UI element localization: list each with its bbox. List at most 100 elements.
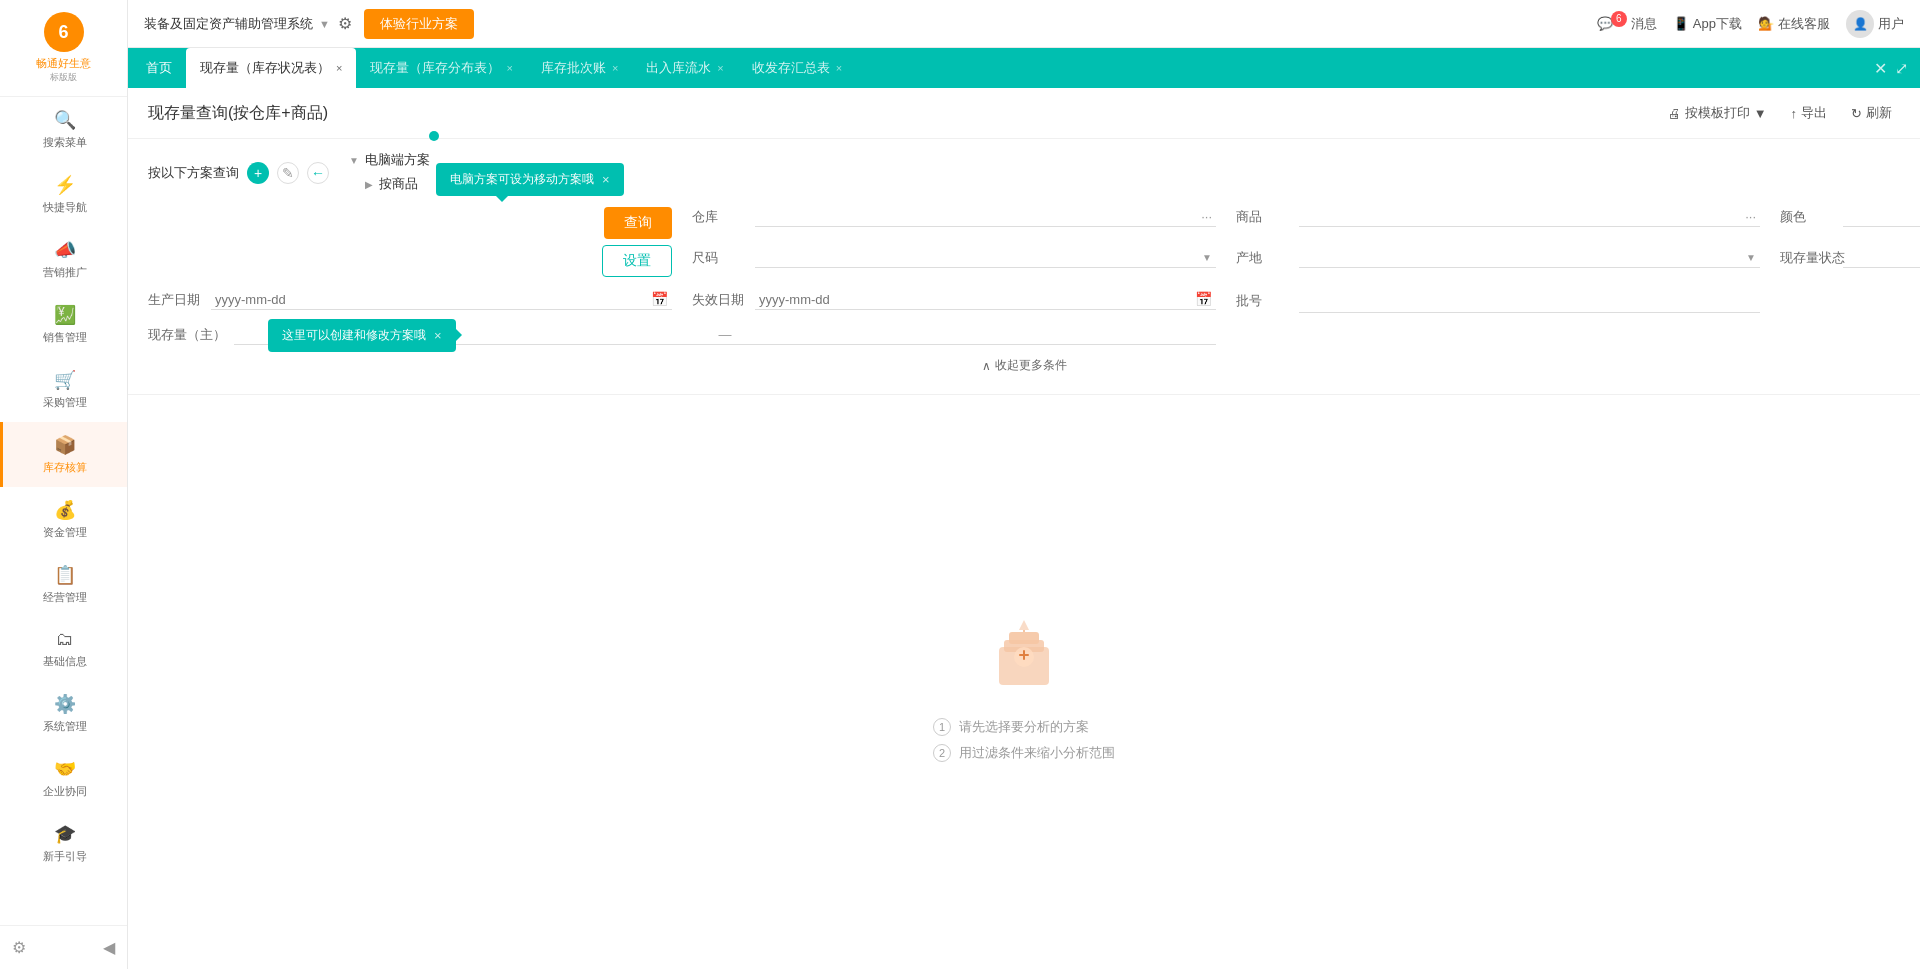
origin-dropdown-icon[interactable]: ▼ [1746,252,1756,263]
sidebar-label-operation: 经营管理 [43,590,87,605]
scheme-desktop-row: ▼ 电脑端方案 [349,151,430,169]
filter-input-size[interactable] [759,250,1202,265]
filter-header: 按以下方案查询 + ✎ ← ▼ 电脑端方案 ▶ 按商品 [148,151,1900,195]
sidebar-item-finance[interactable]: 💰 资金管理 [0,487,127,552]
filter-input-stock-status[interactable] [1847,250,1920,265]
user-btn[interactable]: 👤 用户 [1846,10,1904,38]
tab-inventory-dist[interactable]: 现存量（库存分布表） × [356,48,526,88]
filter-date-expire: 📅 [755,289,1216,310]
collapse-btn[interactable]: ∧ 收起更多条件 [148,349,1900,382]
app-download-btn[interactable]: 📱 App下载 [1673,15,1742,33]
filter-label-size: 尺码 [692,249,747,267]
filter-input-produce-date[interactable] [215,292,651,307]
sidebar-item-marketing[interactable]: 📣 营销推广 [0,227,127,292]
message-label: 消息 [1631,15,1657,33]
purchase-icon: 🛒 [54,369,76,391]
print-dropdown-icon[interactable]: ▼ [1754,106,1767,121]
guide-icon: 🎓 [54,823,76,845]
page-header: 现存量查询(按仓库+商品) 🖨 按模板打印 ▼ ↑ 导出 ↻ 刷新 [128,88,1920,139]
filter-input-stock-qty-to[interactable] [736,327,1213,342]
tab-close-inout-flow[interactable]: × [717,62,723,74]
filter-edit-btn[interactable]: ✎ [277,162,299,184]
tab-home[interactable]: 首页 [132,59,186,77]
tab-close-batch-ledger[interactable]: × [612,62,618,74]
message-badge: 6 [1611,11,1627,27]
filter-label-stock-qty: 现存量（主） [148,326,226,344]
scheme-item-goods[interactable]: ▶ 按商品 [365,173,430,195]
refresh-label: 刷新 [1866,104,1892,122]
tab-bar: 首页 现存量（库存状况表） × 现存量（库存分布表） × 库存批次账 × 出入库… [128,48,1920,88]
print-icon: 🖨 [1668,106,1681,121]
tab-inventory-status[interactable]: 现存量（库存状况表） × [186,48,356,88]
header-settings-icon[interactable]: ⚙ [338,14,352,33]
industry-btn[interactable]: 体验行业方案 [364,9,474,39]
tab-close-all-btn[interactable]: ✕ [1874,59,1887,78]
sidebar-collapse-btn[interactable]: ◀ [103,938,115,957]
tab-batch-ledger[interactable]: 库存批次账 × [527,48,632,88]
tab-close-inventory-dist[interactable]: × [506,62,512,74]
step-num-2: 2 [933,744,951,762]
scheme-desktop-label[interactable]: 电脑端方案 [365,151,430,169]
size-dropdown-icon[interactable]: ▼ [1202,252,1212,263]
expire-date-calendar-icon[interactable]: 📅 [1195,291,1212,307]
sidebar-item-basic[interactable]: 🗂 基础信息 [0,617,127,681]
filter-date-produce: 📅 [211,289,672,310]
sidebar-bottom: ⚙ ◀ [0,925,127,969]
message-btn[interactable]: 💬 6 消息 [1597,15,1657,33]
filter-add-btn[interactable]: + [247,162,269,184]
print-btn[interactable]: 🖨 按模板打印 ▼ [1660,100,1775,126]
tab-close-collect-send[interactable]: × [836,62,842,74]
sidebar-settings-btn[interactable]: ⚙ [12,938,26,957]
inventory-icon: 📦 [54,434,76,456]
sidebar-label-marketing: 营销推广 [43,265,87,280]
tab-inventory-status-label: 现存量（库存状况表） [200,59,330,77]
tab-expand-btn[interactable]: ⤢ [1895,59,1908,78]
empty-steps: 1 请先选择要分析的方案 2 用过滤条件来缩小分析范围 [933,718,1115,762]
quick-icon: ⚡ [54,174,76,196]
collapse-chevron-icon: ∧ [982,359,991,373]
app-label: App下载 [1693,15,1742,33]
sidebar-item-enterprise[interactable]: 🤝 企业协同 [0,746,127,811]
filter-dots-goods[interactable]: ··· [1745,209,1756,224]
system-dropdown-btn[interactable]: ▼ [319,18,330,30]
page-actions: 🖨 按模板打印 ▼ ↑ 导出 ↻ 刷新 [1660,100,1900,126]
refresh-btn[interactable]: ↻ 刷新 [1843,100,1900,126]
tab-inout-flow-label: 出入库流水 [646,59,711,77]
sidebar-label-inventory: 库存核算 [43,460,87,475]
sidebar-item-system[interactable]: ⚙️ 系统管理 [0,681,127,746]
service-btn[interactable]: 💁 在线客服 [1758,15,1830,33]
sidebar-item-inventory[interactable]: 📦 库存核算 [0,422,127,487]
filter-arrow-btn[interactable]: ← [307,162,329,184]
filter-dots-warehouse[interactable]: ··· [1201,209,1212,224]
sidebar-item-guide[interactable]: 🎓 新手引导 [0,811,127,876]
tooltip-create-scheme: 这里可以创建和修改方案哦 × [268,319,456,352]
query-btn[interactable]: 查询 [604,207,672,239]
tab-collect-send[interactable]: 收发存汇总表 × [738,48,856,88]
sidebar-item-sales[interactable]: 💹 销售管理 [0,292,127,357]
export-label: 导出 [1801,104,1827,122]
sidebar-item-search[interactable]: 🔍 搜索菜单 [0,97,127,162]
reset-btn[interactable]: 设置 [602,245,672,277]
logo-icon: 6 [44,12,84,52]
filter-input-goods[interactable] [1303,209,1745,224]
sidebar-logo: 6 畅通好生意 标版版 [0,0,127,97]
tab-inout-flow[interactable]: 出入库流水 × [632,48,737,88]
tooltip1-close-btn[interactable]: × [602,172,610,187]
system-name-text: 装备及固定资产辅助管理系统 [144,15,313,33]
produce-date-calendar-icon[interactable]: 📅 [651,291,668,307]
filter-input-origin[interactable] [1303,250,1746,265]
filter-input-expire-date[interactable] [759,292,1195,307]
filter-input-color[interactable] [1847,209,1920,224]
sidebar-item-purchase[interactable]: 🛒 采购管理 [0,357,127,422]
filter-field-batch: 批号 [1236,289,1760,313]
tab-close-inventory-status[interactable]: × [336,62,342,74]
sidebar-item-quick[interactable]: ⚡ 快捷导航 [0,162,127,227]
tooltip2-close-btn[interactable]: × [434,328,442,343]
sidebar-item-operation[interactable]: 📋 经营管理 [0,552,127,617]
filter-input-batch[interactable] [1299,289,1760,313]
filter-input-warehouse[interactable] [759,209,1201,224]
filter-select-size: ▼ [755,248,1216,268]
tab-home-label: 首页 [146,60,172,75]
export-btn[interactable]: ↑ 导出 [1783,100,1836,126]
filter-field-stock-status: 现存量状态 ▼ [1780,248,1900,268]
